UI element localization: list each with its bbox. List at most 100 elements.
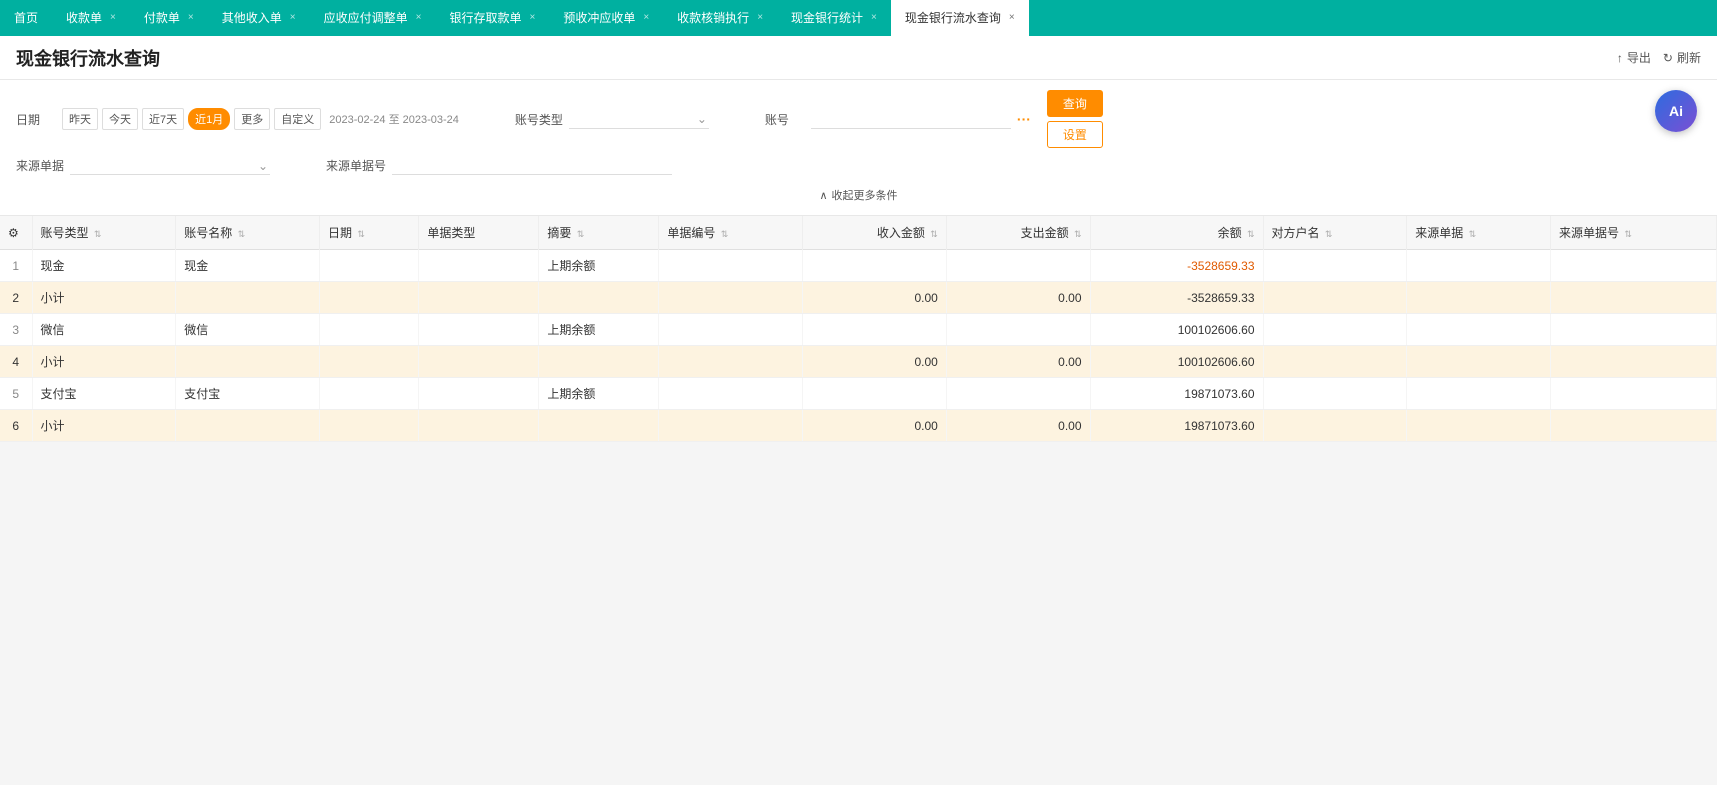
close-icon[interactable]: × (1009, 0, 1015, 36)
close-icon[interactable]: × (529, 0, 535, 36)
page-header: 现金银行流水查询 ↑ 导出 ↻ 刷新 (0, 36, 1717, 80)
collapse-row[interactable]: ∧ 收起更多条件 (16, 183, 1701, 205)
close-icon[interactable]: × (416, 0, 422, 36)
date-range-display: 2023-02-24 至 2023-03-24 (329, 111, 459, 127)
sort-icon: ⇅ (721, 229, 729, 239)
cell-source-doc-no (1550, 378, 1716, 410)
cell-doc-type (419, 346, 539, 378)
sort-icon: ⇅ (1469, 229, 1477, 239)
cell-expense: 0.00 (946, 410, 1090, 442)
account-input[interactable] (811, 110, 1011, 129)
cell-source-doc (1407, 410, 1551, 442)
cell-expense (946, 314, 1090, 346)
cell-source-doc-no (1550, 410, 1716, 442)
nav-tab-6[interactable]: 收款核销执行 × (663, 0, 777, 36)
sort-icon: ⇅ (1624, 229, 1632, 239)
date-more-btn[interactable]: 更多 (234, 108, 270, 130)
date-1month-btn[interactable]: 近1月 (188, 108, 230, 130)
date-today-btn[interactable]: 今天 (102, 108, 138, 130)
cell-account-name (176, 410, 320, 442)
sort-icon: ⇅ (577, 229, 585, 239)
cell-balance: -3528659.33 (1090, 250, 1263, 282)
account-type-filter-group: 账号类型 (515, 110, 709, 129)
page-title: 现金银行流水查询 (16, 45, 160, 71)
close-icon[interactable]: × (290, 0, 296, 36)
cell-doc-no (659, 282, 803, 314)
date-filter-group: 日期 昨天 今天 近7天 近1月 更多 自定义 2023-02-24 至 202… (16, 108, 459, 130)
cell-date (319, 346, 418, 378)
source-doc-no-input[interactable] (392, 156, 672, 175)
col-date[interactable]: 日期 ⇅ (319, 216, 418, 250)
cell-expense: 0.00 (946, 346, 1090, 378)
account-type-select[interactable] (569, 110, 709, 129)
nav-tab-1[interactable]: 付款单 × (130, 0, 208, 36)
nav-tab-5[interactable]: 预收冲应收单 × (549, 0, 663, 36)
date-yesterday-btn[interactable]: 昨天 (62, 108, 98, 130)
cell-expense: 0.00 (946, 282, 1090, 314)
account-filter-group: 账号 ··· (765, 110, 1031, 129)
filter-row-2: 来源单据 来源单据号 (16, 156, 1701, 175)
close-icon[interactable]: × (188, 0, 194, 36)
date-7days-btn[interactable]: 近7天 (142, 108, 184, 130)
cell-source-doc-no (1550, 314, 1716, 346)
cell-income: 0.00 (803, 410, 947, 442)
col-source-doc-no[interactable]: 来源单据号 ⇅ (1550, 216, 1716, 250)
col-doc-type[interactable]: 单据类型 (419, 216, 539, 250)
account-type-label: 账号类型 (515, 111, 563, 128)
nav-tab-7[interactable]: 现金银行统计 × (777, 0, 891, 36)
sort-icon: ⇅ (1247, 229, 1255, 239)
col-account-name[interactable]: 账号名称 ⇅ (176, 216, 320, 250)
top-navigation: 首页 收款单 × 付款单 × 其他收入单 × 应收应付调整单 × 银行存取款单 … (0, 0, 1717, 36)
table-row: 5 支付宝 支付宝 上期余额 19871073.60 (0, 378, 1717, 410)
cell-account-name (176, 282, 320, 314)
close-icon[interactable]: × (643, 0, 649, 36)
nav-tab-3[interactable]: 应收应付调整单 × (310, 0, 436, 36)
nav-tab-0[interactable]: 收款单 × (52, 0, 130, 36)
col-expense[interactable]: 支出金额 ⇅ (946, 216, 1090, 250)
cell-balance: 100102606.60 (1090, 346, 1263, 378)
header-actions: ↑ 导出 ↻ 刷新 (1617, 49, 1701, 66)
query-button[interactable]: 查询 (1047, 90, 1103, 117)
nav-tab-8[interactable]: 现金银行流水查询 × (891, 0, 1029, 36)
col-account-type[interactable]: 账号类型 ⇅ (32, 216, 176, 250)
cell-doc-no (659, 250, 803, 282)
table-header-row: ⚙ 账号类型 ⇅ 账号名称 ⇅ 日期 ⇅ 单据类型 摘要 (0, 216, 1717, 250)
col-doc-no[interactable]: 单据编号 ⇅ (659, 216, 803, 250)
action-buttons: 查询 设置 (1047, 90, 1103, 148)
cell-date (319, 282, 418, 314)
cell-counterpart (1263, 282, 1407, 314)
col-source-doc[interactable]: 来源单据 ⇅ (1407, 216, 1551, 250)
cell-doc-no (659, 410, 803, 442)
cell-account-name (176, 346, 320, 378)
account-dots-btn[interactable]: ··· (1017, 111, 1031, 127)
nav-tab-4[interactable]: 银行存取款单 × (435, 0, 549, 36)
col-summary[interactable]: 摘要 ⇅ (539, 216, 659, 250)
cell-date (319, 250, 418, 282)
cell-expense (946, 378, 1090, 410)
export-button[interactable]: ↑ 导出 (1617, 49, 1651, 66)
refresh-button[interactable]: ↻ 刷新 (1663, 49, 1701, 66)
ai-assistant-button[interactable]: Ai (1655, 90, 1697, 132)
close-icon[interactable]: × (871, 0, 877, 36)
nav-home[interactable]: 首页 (0, 0, 52, 36)
close-icon[interactable]: × (110, 0, 116, 36)
cell-account-type: 小计 (32, 346, 176, 378)
col-income[interactable]: 收入金额 ⇅ (803, 216, 947, 250)
cell-doc-type (419, 314, 539, 346)
settings-button[interactable]: 设置 (1047, 121, 1103, 148)
date-label: 日期 (16, 111, 56, 128)
table-container: ⚙ 账号类型 ⇅ 账号名称 ⇅ 日期 ⇅ 单据类型 摘要 (0, 216, 1717, 442)
nav-tab-2[interactable]: 其他收入单 × (208, 0, 310, 36)
col-balance[interactable]: 余额 ⇅ (1090, 216, 1263, 250)
col-gear[interactable]: ⚙ (0, 216, 32, 250)
col-counterpart[interactable]: 对方户名 ⇅ (1263, 216, 1407, 250)
date-custom-btn[interactable]: 自定义 (274, 108, 321, 130)
cell-balance: 19871073.60 (1090, 378, 1263, 410)
cell-doc-type (419, 250, 539, 282)
cell-date (319, 314, 418, 346)
cell-counterpart (1263, 378, 1407, 410)
cell-account-type: 小计 (32, 282, 176, 314)
cell-source-doc (1407, 346, 1551, 378)
source-doc-select[interactable] (70, 156, 270, 175)
close-icon[interactable]: × (757, 0, 763, 36)
